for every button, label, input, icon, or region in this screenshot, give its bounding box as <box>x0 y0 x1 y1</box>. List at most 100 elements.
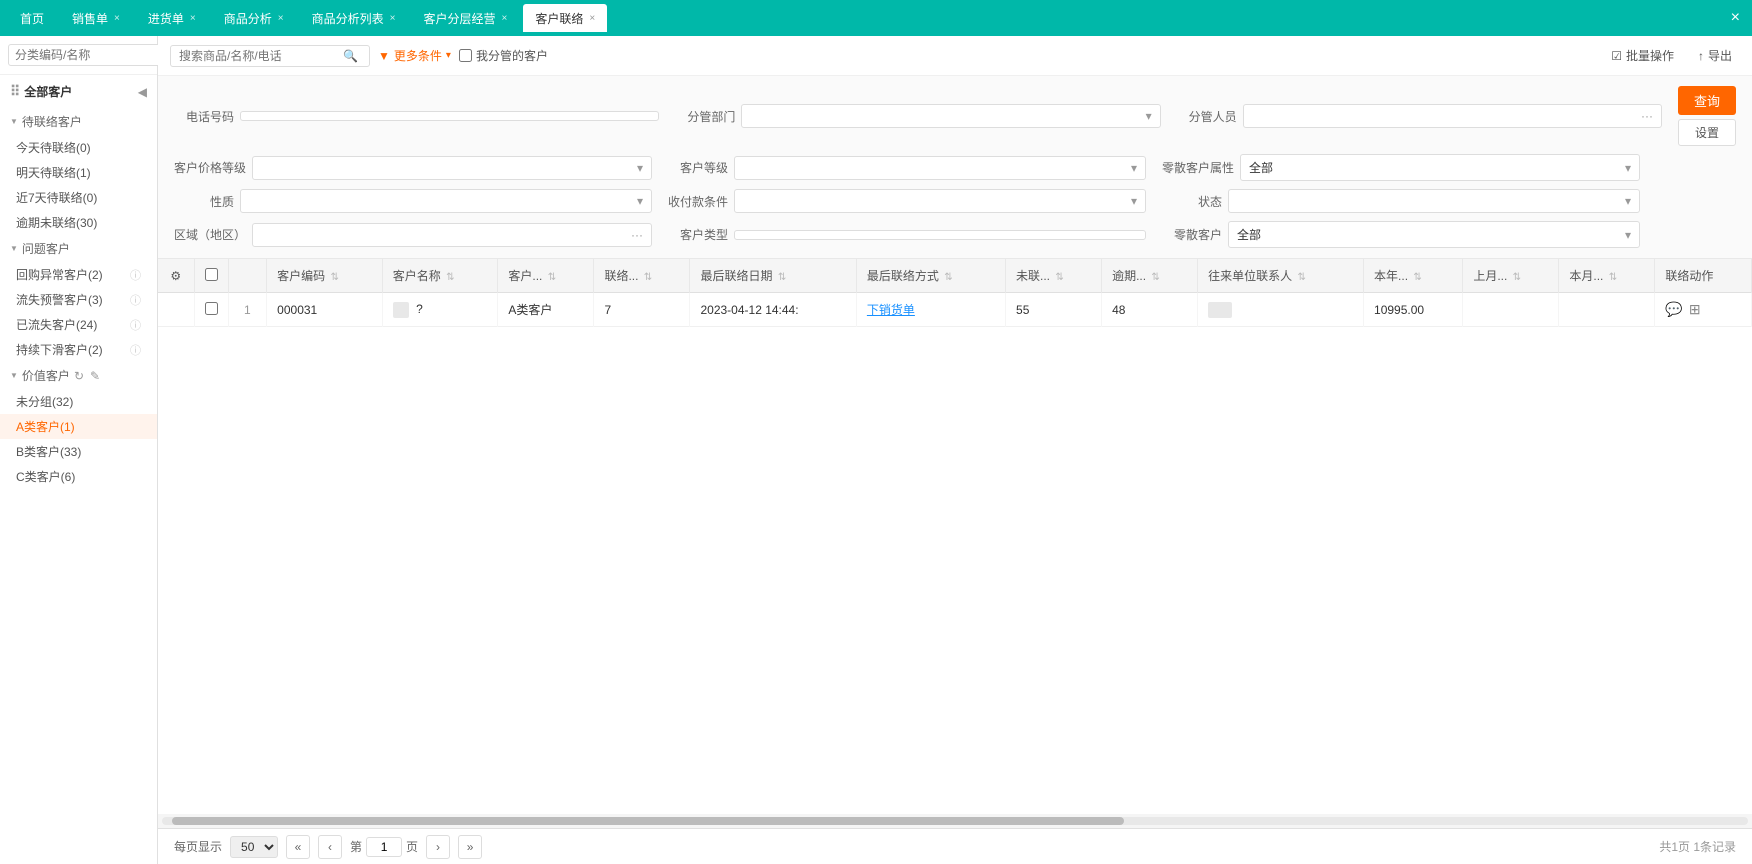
col-code[interactable]: 客户编码 ⇅ <box>267 259 383 293</box>
sidebar-item-type-b[interactable]: B类客户(33) <box>0 439 157 464</box>
nav-tab-purchase-close[interactable]: × <box>190 13 196 24</box>
col-history[interactable]: 往来单位联系人 ⇅ <box>1198 259 1364 293</box>
nav-tab-analysis-list[interactable]: 商品分析列表 × <box>300 4 408 32</box>
filter-dept-select[interactable]: ▾ <box>741 104 1160 128</box>
nav-tab-analysis-close[interactable]: × <box>278 13 284 24</box>
col-last-type[interactable]: 最后联络方式 ⇅ <box>856 259 1005 293</box>
col-contact[interactable]: 联络... ⇅ <box>594 259 690 293</box>
nav-tab-customer-contact[interactable]: 客户联络 × <box>523 4 607 32</box>
sort-no-contact[interactable]: ⇅ <box>1055 272 1063 283</box>
sort-this-year[interactable]: ⇅ <box>1413 272 1421 283</box>
select-all-checkbox[interactable] <box>205 268 218 281</box>
sidebar-search-input[interactable] <box>8 44 177 66</box>
nav-tab-customer-segment[interactable]: 客户分层经营 × <box>411 4 519 32</box>
grid-action-icon[interactable]: ⊞ <box>1689 301 1701 318</box>
sidebar-section-problem-title[interactable]: ▼ 问题客户 <box>0 235 157 262</box>
col-no-contact[interactable]: 未联... ⇅ <box>1006 259 1102 293</box>
sidebar-item-7days[interactable]: 近7天待联络(0) <box>0 185 157 210</box>
sort-overdue[interactable]: ⇅ <box>1151 272 1159 283</box>
sidebar-item-tomorrow[interactable]: 明天待联络(1) <box>0 160 157 185</box>
row-last-type[interactable]: 下销货单 <box>856 293 1005 327</box>
filter-region-label: 区域（地区） <box>174 226 246 243</box>
batch-action-button[interactable]: ☑ 批量操作 <box>1603 44 1682 67</box>
scrollbar-track[interactable] <box>162 817 1748 825</box>
filter-price-level-select[interactable]: ▾ <box>252 156 652 180</box>
sidebar-section-value-title[interactable]: ▼ 价值客户 ↻ ✎ <box>0 362 157 389</box>
sidebar-item-overdue[interactable]: 逾期未联络(30) <box>0 210 157 235</box>
nav-tab-purchase[interactable]: 进货单 × <box>136 4 208 32</box>
set-button[interactable]: 设置 <box>1678 119 1736 146</box>
sidebar-item-ungrouped[interactable]: 未分组(32) <box>0 389 157 414</box>
col-this-year[interactable]: 本年... ⇅ <box>1364 259 1463 293</box>
nav-tab-customer-contact-close[interactable]: × <box>589 13 595 24</box>
first-page-button[interactable]: « <box>286 835 310 859</box>
filter-status-select[interactable]: ▾ <box>1228 189 1640 213</box>
col-gear[interactable]: ⚙ <box>158 259 194 293</box>
customer-search-input[interactable] <box>179 49 339 63</box>
filter-person-select[interactable]: ··· <box>1243 104 1662 128</box>
col-overdue[interactable]: 逾期... ⇅ <box>1102 259 1198 293</box>
my-customers-checkbox-label[interactable]: 我分管的客户 <box>459 47 548 64</box>
col-last-month[interactable]: 上月... ⇅ <box>1463 259 1559 293</box>
col-last-date[interactable]: 最后联络日期 ⇅ <box>690 259 856 293</box>
nav-tab-sales[interactable]: 销售单 × <box>60 4 132 32</box>
sort-history[interactable]: ⇅ <box>1297 272 1305 283</box>
sidebar-item-today[interactable]: 今天待联络(0) <box>0 135 157 160</box>
more-filter-button[interactable]: ▼ 更多条件 ▾ <box>378 47 451 64</box>
sort-code[interactable]: ⇅ <box>331 272 339 283</box>
col-this-month[interactable]: 本月... ⇅ <box>1559 259 1655 293</box>
row-check[interactable] <box>194 293 228 327</box>
sort-type[interactable]: ⇅ <box>548 272 556 283</box>
filter-payment-select[interactable]: ▾ <box>734 189 1146 213</box>
filter-region-select[interactable]: ··· <box>252 223 652 247</box>
export-button[interactable]: ↑ 导出 <box>1690 44 1740 67</box>
sidebar-item-churn-warning[interactable]: 流失预警客户(3) ⓘ <box>0 287 157 312</box>
filter-nature-select[interactable]: ▾ <box>240 189 652 213</box>
col-check[interactable] <box>194 259 228 293</box>
prev-page-button[interactable]: ‹ <box>318 835 342 859</box>
sidebar-section-pending-title[interactable]: ▼ 待联络客户 <box>0 108 157 135</box>
nav-tab-customer-segment-close[interactable]: × <box>501 13 507 24</box>
last-contact-link[interactable]: 下销货单 <box>867 303 915 317</box>
sidebar-collapse-button[interactable]: ◀ <box>138 85 147 99</box>
horizontal-scrollbar[interactable] <box>158 814 1752 828</box>
sort-last-month[interactable]: ⇅ <box>1513 272 1521 283</box>
filter-retail-attr-select[interactable]: 全部 ▾ <box>1240 154 1640 181</box>
edit-icon[interactable]: ✎ <box>90 369 100 383</box>
filter-retail-customer-select[interactable]: 全部 ▾ <box>1228 221 1640 248</box>
sort-contact[interactable]: ⇅ <box>644 272 652 283</box>
sidebar-item-churned[interactable]: 已流失客户(24) ⓘ <box>0 312 157 337</box>
page-number-input[interactable] <box>366 837 402 857</box>
next-page-button[interactable]: › <box>426 835 450 859</box>
sidebar-item-declining[interactable]: 持续下滑客户(2) ⓘ <box>0 337 157 362</box>
page-size-select[interactable]: 50 <box>230 836 278 858</box>
sort-this-month[interactable]: ⇅ <box>1609 272 1617 283</box>
row-name[interactable]: ? <box>382 293 498 327</box>
sidebar-item-abnormal[interactable]: 回购异常客户(2) ⓘ <box>0 262 157 287</box>
row-checkbox[interactable] <box>205 302 218 315</box>
nav-tab-home[interactable]: 首页 <box>8 4 56 32</box>
sidebar-item-type-a[interactable]: A类客户(1) <box>0 414 157 439</box>
filter-phone-input[interactable] <box>240 111 659 121</box>
chat-action-icon[interactable]: 💬 <box>1665 301 1682 318</box>
sort-last-date[interactable]: ⇅ <box>778 272 786 283</box>
sort-name[interactable]: ⇅ <box>446 272 454 283</box>
refresh-icon[interactable]: ↻ <box>74 369 84 383</box>
sidebar-all-customers[interactable]: ⠿ 全部客户 <box>10 83 72 100</box>
close-all-tabs[interactable]: × <box>1731 9 1740 27</box>
sidebar-item-type-c[interactable]: C类客户(6) <box>0 464 157 489</box>
query-button[interactable]: 查询 <box>1678 86 1736 115</box>
nav-tab-analysis-list-close[interactable]: × <box>390 13 396 24</box>
sort-last-type[interactable]: ⇅ <box>944 272 952 283</box>
search-input-icon[interactable]: 🔍 <box>343 49 358 63</box>
nav-tab-analysis[interactable]: 商品分析 × <box>212 4 296 32</box>
col-name[interactable]: 客户名称 ⇅ <box>382 259 498 293</box>
row-overdue: 48 <box>1102 293 1198 327</box>
scrollbar-thumb[interactable] <box>172 817 1124 825</box>
col-type[interactable]: 客户... ⇅ <box>498 259 594 293</box>
last-page-button[interactable]: » <box>458 835 482 859</box>
filter-customer-level-select[interactable]: ▾ <box>734 156 1146 180</box>
nav-tab-sales-close[interactable]: × <box>114 13 120 24</box>
my-customers-checkbox[interactable] <box>459 49 472 62</box>
filter-customer-type-select[interactable] <box>734 230 1146 240</box>
